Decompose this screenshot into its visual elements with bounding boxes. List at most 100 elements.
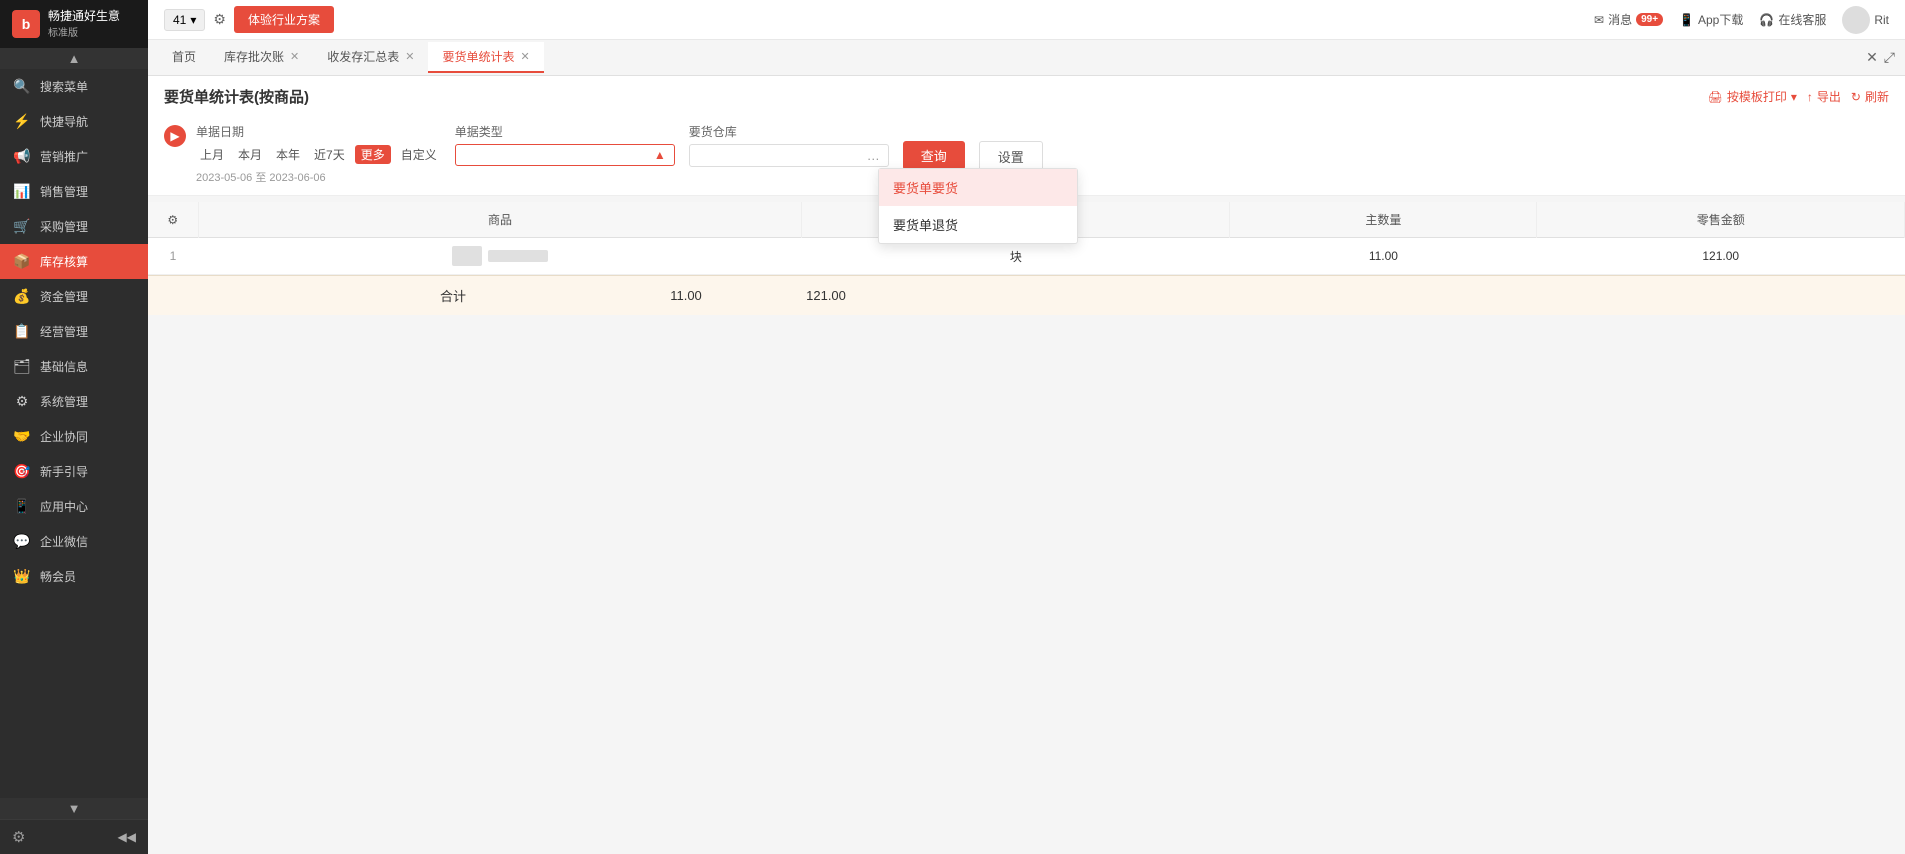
sidebar-item-sales[interactable]: 📊 销售管理 (0, 174, 148, 209)
topbar-gear-icon[interactable]: ⚙ (213, 11, 226, 28)
sidebar-item-purchase-label: 采购管理 (40, 218, 88, 235)
brand-edition: 标准版 (48, 24, 120, 39)
print-label: 按模板打印 (1727, 88, 1787, 105)
main-content: 41 ▾ ⚙ 体验行业方案 ✉ 消息 99+ 📱 App下载 🎧 在线客服 R (148, 0, 1905, 854)
tab-receive-summary-close[interactable]: ✕ (405, 50, 414, 63)
message-label: 消息 (1608, 11, 1632, 28)
sidebar-item-enterprise-label: 企业协同 (40, 428, 88, 445)
col-qty: 主数量 (1230, 202, 1537, 238)
refresh-action[interactable]: ↻ 刷新 (1851, 88, 1889, 105)
date-filter-label: 单据日期 (196, 123, 441, 140)
col-product: 商品 (198, 202, 802, 238)
sidebar-header: b 畅捷通好生意 标准版 (0, 0, 148, 48)
sidebar-item-marketing[interactable]: 📢 营销推广 (0, 139, 148, 174)
total-amt: 121.00 (786, 288, 866, 303)
tab-order-stats[interactable]: 要货单统计表 ✕ (428, 42, 543, 73)
tab-inventory-batch[interactable]: 库存批次账 ✕ (210, 42, 313, 73)
collapse-btn[interactable]: ◀◀ (118, 830, 136, 844)
last-month-btn[interactable]: 上月 (196, 144, 228, 165)
dropdown-item-return[interactable]: 要货单退货 (879, 206, 1077, 243)
print-action[interactable]: 🖨 按模板打印 ▾ (1708, 88, 1797, 105)
col-retail-amt: 零售金额 (1537, 202, 1905, 238)
this-month-btn[interactable]: 本月 (234, 144, 266, 165)
tab-receive-summary[interactable]: 收发存汇总表 ✕ (313, 42, 428, 73)
industry-btn[interactable]: 体验行业方案 (234, 6, 334, 33)
type-select-arrow-icon[interactable]: ▲ (654, 148, 666, 162)
sidebar-item-purchase[interactable]: 🛒 采购管理 (0, 209, 148, 244)
phone-icon: 📱 (1679, 13, 1694, 27)
tabs-bar: 首页 库存批次账 ✕ 收发存汇总表 ✕ 要货单统计表 ✕ ✕ ⤢ (148, 40, 1905, 76)
sidebar-item-wechat[interactable]: 💬 企业微信 (0, 524, 148, 559)
guide-icon: 🎯 (12, 463, 32, 480)
row-retail-amt: 121.00 (1537, 238, 1905, 275)
warehouse-input[interactable] (698, 149, 863, 163)
sidebar-item-app-center[interactable]: 📱 应用中心 (0, 489, 148, 524)
sidebar-item-enterprise[interactable]: 🤝 企业协同 (0, 419, 148, 454)
warehouse-ellipsis-icon[interactable]: … (867, 148, 880, 163)
sidebar-item-finance[interactable]: 💰 资金管理 (0, 279, 148, 314)
sidebar-item-app-center-label: 应用中心 (40, 498, 88, 515)
sidebar-item-search[interactable]: 🔍 搜索菜单 (0, 69, 148, 104)
sidebar-item-system[interactable]: ⚙ 系统管理 (0, 384, 148, 419)
sidebar-item-member-label: 畅会员 (40, 568, 76, 585)
last-7days-btn[interactable]: 近7天 (310, 144, 349, 165)
product-name (488, 250, 548, 262)
sidebar-item-inventory[interactable]: 📦 库存核算 (0, 244, 148, 279)
dropdown-item-order[interactable]: 要货单要货 (879, 169, 1077, 206)
type-select-box[interactable]: ▲ (455, 144, 675, 166)
warehouse-select-box[interactable]: … (689, 144, 889, 167)
sidebar-item-guide[interactable]: 🎯 新手引导 (0, 454, 148, 489)
brand-name: 畅捷通好生意 (48, 9, 120, 25)
tab-close-all-btn[interactable]: ✕ (1866, 49, 1878, 66)
sidebar-nav: 🔍 搜索菜单 ⚡ 快捷导航 📢 营销推广 📊 销售管理 🛒 采购管理 📦 库存核… (0, 69, 148, 798)
sidebar-item-operations[interactable]: 📋 经营管理 (0, 314, 148, 349)
custom-btn[interactable]: 自定义 (397, 144, 441, 165)
tab-home-label: 首页 (172, 48, 196, 65)
tab-home[interactable]: 首页 (158, 42, 210, 73)
export-action[interactable]: ↑ 导出 (1807, 88, 1841, 105)
message-badge: 99+ (1636, 13, 1663, 26)
app-download-item[interactable]: 📱 App下载 (1679, 11, 1743, 28)
filter-btn-group: 查询 (903, 123, 965, 170)
type-filter-group: 单据类型 ▲ (455, 123, 675, 166)
more-btn[interactable]: 更多 (355, 145, 391, 164)
sidebar-item-member[interactable]: 👑 畅会员 (0, 559, 148, 594)
sales-icon: 📊 (12, 183, 32, 200)
message-icon: ✉ (1594, 13, 1604, 27)
online-service-item[interactable]: 🎧 在线客服 (1759, 11, 1826, 28)
this-year-btn[interactable]: 本年 (272, 144, 304, 165)
purchase-icon: 🛒 (12, 218, 32, 235)
filter-toggle-btn[interactable]: ▶ (164, 125, 186, 147)
total-row: 合计 11.00 121.00 (148, 275, 1905, 315)
sidebar-item-sales-label: 销售管理 (40, 183, 88, 200)
sidebar-item-guide-label: 新手引导 (40, 463, 88, 480)
type-select-input[interactable] (464, 148, 654, 162)
row-product (198, 238, 802, 275)
query-btn[interactable]: 查询 (903, 141, 965, 170)
message-item[interactable]: ✉ 消息 99+ (1594, 11, 1663, 28)
type-filter-label: 单据类型 (455, 123, 675, 140)
sidebar-item-finance-label: 资金管理 (40, 288, 88, 305)
sidebar-scroll-down[interactable]: ▼ (0, 798, 148, 819)
enterprise-icon: 🤝 (12, 428, 32, 445)
tab-restore-btn[interactable]: ⤢ (1884, 49, 1895, 66)
page-title: 要货单统计表(按商品) (164, 86, 309, 107)
sidebar-scroll-up[interactable]: ▲ (0, 48, 148, 69)
page-header: 要货单统计表(按商品) 🖨 按模板打印 ▾ ↑ 导出 ↻ 刷新 (148, 76, 1905, 113)
user-item[interactable]: Rit (1842, 6, 1889, 34)
date-range: 2023-05-06 至 2023-06-06 (196, 169, 441, 185)
online-service-label: 在线客服 (1778, 11, 1826, 28)
sidebar-item-quick-nav[interactable]: ⚡ 快捷导航 (0, 104, 148, 139)
quick-nav-icon: ⚡ (12, 113, 32, 130)
print-icon: 🖨 (1708, 90, 1723, 104)
table-settings-icon[interactable]: ⚙ (167, 213, 178, 227)
tab-order-stats-close[interactable]: ✕ (521, 50, 530, 63)
export-icon: ↑ (1807, 90, 1813, 104)
company-select[interactable]: 41 ▾ (164, 9, 205, 31)
sidebar-item-basic[interactable]: 🗂 基础信息 (0, 349, 148, 384)
sidebar-item-system-label: 系统管理 (40, 393, 88, 410)
refresh-icon: ↻ (1851, 90, 1861, 104)
tab-inventory-batch-close[interactable]: ✕ (290, 50, 299, 63)
settings-icon[interactable]: ⚙ (12, 828, 25, 846)
avatar (1842, 6, 1870, 34)
